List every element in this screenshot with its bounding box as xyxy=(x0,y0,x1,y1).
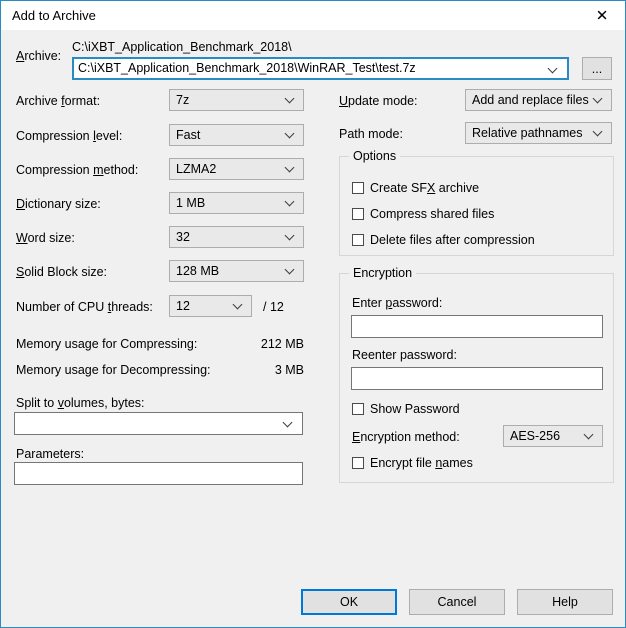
chevron-down-icon xyxy=(284,419,293,428)
delete-files-after-compression-label: Delete files after compression xyxy=(370,233,535,247)
compress-shared-files-checkbox[interactable]: Compress shared files xyxy=(352,207,494,221)
window-title: Add to Archive xyxy=(12,8,96,23)
reenter-password-input[interactable] xyxy=(351,367,603,390)
chevron-down-icon xyxy=(585,430,594,439)
cpu-threads-max: / 12 xyxy=(263,300,284,314)
dictionary-size-value: 1 MB xyxy=(176,196,206,210)
create-sfx-archive-label: Create SFX archive xyxy=(370,181,480,195)
checkbox-icon xyxy=(352,403,364,415)
path-mode-value: Relative pathnames xyxy=(472,126,583,140)
archive-format-value: 7z xyxy=(176,93,190,107)
reenter-password-label: Reenter password: xyxy=(352,348,457,362)
dictionary-size-select[interactable]: 1 MB xyxy=(169,192,304,214)
chevron-down-icon xyxy=(594,94,603,103)
solid-block-size-select[interactable]: 128 MB xyxy=(169,260,304,282)
create-sfx-archive-checkbox[interactable]: Create SFX archive xyxy=(352,181,479,195)
encryption-group: Encryption Enter password: Reenter passw… xyxy=(339,266,614,483)
archive-path-input[interactable]: C:\iXBT_Application_Benchmark_2018\WinRA… xyxy=(72,57,569,80)
parameters-input[interactable] xyxy=(14,462,303,485)
chevron-down-icon xyxy=(286,197,295,206)
parameters-label: Parameters: xyxy=(16,447,85,461)
chevron-down-icon xyxy=(286,163,295,172)
word-size-value: 32 xyxy=(176,230,190,244)
cancel-button[interactable]: Cancel xyxy=(409,589,505,615)
compression-level-label: Compression level: xyxy=(16,129,123,143)
options-group-legend: Options xyxy=(349,149,401,163)
chevron-down-icon xyxy=(286,94,295,103)
word-size-label: Word size: xyxy=(16,231,75,245)
delete-files-after-compression-checkbox[interactable]: Delete files after compression xyxy=(352,233,535,247)
cpu-threads-label: Number of CPU threads: xyxy=(16,300,153,314)
checkbox-icon xyxy=(352,234,364,246)
close-icon: ✕ xyxy=(595,6,609,24)
checkbox-icon xyxy=(352,182,364,194)
archive-path-text: C:\iXBT_Application_Benchmark_2018\ xyxy=(72,40,292,54)
chevron-down-icon xyxy=(549,65,558,74)
encryption-method-select[interactable]: AES-256 xyxy=(503,425,603,447)
options-group: Options Create SFX archive Compress shar… xyxy=(339,149,614,256)
path-mode-label: Path mode: xyxy=(339,127,403,141)
memory-compressing-value: 212 MB xyxy=(260,337,304,351)
show-password-label: Show Password xyxy=(370,402,460,416)
chevron-down-icon xyxy=(594,127,603,136)
memory-compressing-label: Memory usage for Compressing: xyxy=(16,337,198,351)
path-mode-select[interactable]: Relative pathnames xyxy=(465,122,612,144)
split-volumes-label: Split to volumes, bytes: xyxy=(16,396,145,410)
show-password-checkbox[interactable]: Show Password xyxy=(352,402,460,416)
chevron-down-icon xyxy=(286,265,295,274)
split-volumes-input[interactable] xyxy=(14,412,303,435)
encrypt-file-names-label: Encrypt file names xyxy=(370,456,473,470)
archive-format-select[interactable]: 7z xyxy=(169,89,304,111)
chevron-down-icon xyxy=(286,129,295,138)
memory-decompressing-value: 3 MB xyxy=(274,363,304,377)
update-mode-select[interactable]: Add and replace files xyxy=(465,89,612,111)
cpu-threads-value: 12 xyxy=(176,299,190,313)
archive-format-label: Archive format: xyxy=(16,94,101,108)
browse-button[interactable]: ... xyxy=(582,57,612,80)
chevron-down-icon xyxy=(286,231,295,240)
cpu-threads-select[interactable]: 12 xyxy=(169,295,252,317)
solid-block-size-value: 128 MB xyxy=(176,264,220,278)
compression-level-value: Fast xyxy=(176,128,201,142)
chevron-down-icon xyxy=(234,300,243,309)
help-button[interactable]: Help xyxy=(517,589,613,615)
compression-method-label: Compression method: xyxy=(16,163,139,177)
checkbox-icon xyxy=(352,208,364,220)
update-mode-label: Update mode: xyxy=(339,94,418,108)
compression-level-select[interactable]: Fast xyxy=(169,124,304,146)
enter-password-input[interactable] xyxy=(351,315,603,338)
enter-password-label: Enter password: xyxy=(352,296,443,310)
solid-block-size-label: Solid Block size: xyxy=(16,265,108,279)
encryption-group-legend: Encryption xyxy=(349,266,417,280)
encrypt-file-names-checkbox[interactable]: Encrypt file names xyxy=(352,456,473,470)
dictionary-size-label: Dictionary size: xyxy=(16,197,101,211)
encryption-method-label: Encryption method: xyxy=(352,430,460,444)
checkbox-icon xyxy=(352,457,364,469)
archive-label: Archive: xyxy=(16,49,62,63)
compress-shared-files-label: Compress shared files xyxy=(370,207,495,221)
update-mode-value: Add and replace files xyxy=(472,93,589,107)
compression-method-value: LZMA2 xyxy=(176,162,217,176)
compression-method-select[interactable]: LZMA2 xyxy=(169,158,304,180)
close-button[interactable]: ✕ xyxy=(579,1,625,30)
add-to-archive-dialog: Add to Archive ✕ Archive: C:\iXBT_Applic… xyxy=(0,0,626,628)
archive-path-input-value: C:\iXBT_Application_Benchmark_2018\WinRA… xyxy=(78,61,416,75)
ok-button[interactable]: OK xyxy=(301,589,397,615)
title-bar: Add to Archive ✕ xyxy=(1,1,625,30)
encryption-method-value: AES-256 xyxy=(510,429,561,443)
word-size-select[interactable]: 32 xyxy=(169,226,304,248)
